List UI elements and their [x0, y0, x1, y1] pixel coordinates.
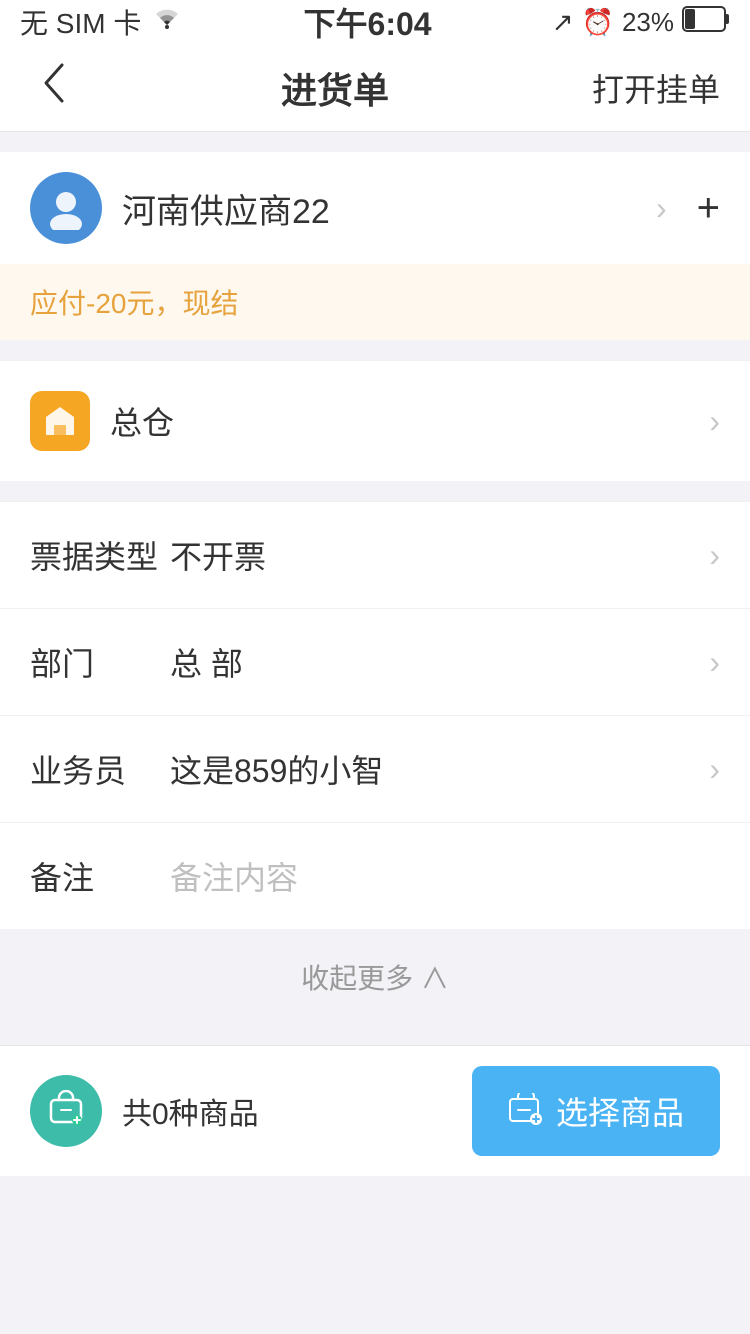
remarks-row[interactable]: 备注 备注内容 [0, 822, 750, 929]
battery-label: 23% [622, 7, 674, 38]
notice-text: 应付-20元，现结 [30, 288, 238, 319]
invoice-type-value: 不开票 [170, 532, 709, 578]
section-gap-2 [0, 340, 750, 360]
remarks-label: 备注 [30, 853, 170, 899]
status-right: ↗ ⏰ 23% [552, 6, 730, 39]
salesperson-chevron-icon: › [709, 751, 720, 788]
supplier-avatar [30, 172, 102, 244]
wifi-icon [151, 6, 183, 38]
nav-bar: 进货单 打开挂单 [0, 44, 750, 132]
salesperson-value: 这是859的小智 [170, 746, 709, 792]
remarks-placeholder[interactable]: 备注内容 [170, 853, 720, 899]
salesperson-row[interactable]: 业务员 这是859的小智 › [0, 715, 750, 822]
department-value: 总 部 [170, 639, 709, 685]
open-pending-button[interactable]: 打开挂单 [592, 65, 720, 111]
bottom-bar: 共0种商品 选择商品 [0, 1045, 750, 1176]
add-supplier-button[interactable]: + [697, 186, 720, 231]
warehouse-chevron-icon: › [709, 403, 720, 440]
supplier-chevron-icon: › [656, 190, 667, 227]
section-gap-3 [0, 481, 750, 501]
battery-icon [682, 6, 730, 39]
collapse-button[interactable]: 收起更多 ∧ [0, 929, 750, 1025]
salesperson-label: 业务员 [30, 746, 170, 792]
location-icon: ↗ [552, 7, 574, 38]
page-title: 进货单 [281, 62, 389, 114]
cart-icon [30, 1075, 102, 1147]
section-gap-1 [0, 132, 750, 152]
status-left: 无 SIM 卡 [20, 2, 183, 42]
supplier-section: 河南供应商22 › + 应付-20元，现结 [0, 152, 750, 340]
supplier-row[interactable]: 河南供应商22 › + [0, 152, 750, 264]
warehouse-row[interactable]: 总仓 › [0, 360, 750, 481]
select-product-label: 选择商品 [556, 1088, 684, 1134]
section-gap-4 [0, 1025, 750, 1045]
status-time: 下午6:04 [304, 0, 432, 45]
invoice-type-row[interactable]: 票据类型 不开票 › [0, 501, 750, 608]
back-button[interactable] [30, 51, 78, 125]
invoice-type-label: 票据类型 [30, 532, 170, 578]
warehouse-icon [30, 391, 90, 451]
invoice-type-chevron-icon: › [709, 537, 720, 574]
department-row[interactable]: 部门 总 部 › [0, 608, 750, 715]
collapse-label: 收起更多 ∧ [301, 957, 449, 997]
supplier-name: 河南供应商22 [122, 184, 656, 233]
page-body: 河南供应商22 › + 应付-20元，现结 总仓 › 票据类型 不开票 › [0, 132, 750, 1334]
select-product-button[interactable]: 选择商品 [472, 1066, 720, 1156]
department-label: 部门 [30, 639, 170, 685]
signal-label: 无 SIM 卡 [20, 2, 141, 42]
department-chevron-icon: › [709, 644, 720, 681]
notice-bar: 应付-20元，现结 [0, 264, 750, 340]
product-count-label: 共0种商品 [122, 1089, 472, 1133]
warehouse-label: 总仓 [110, 398, 709, 444]
status-bar: 无 SIM 卡 下午6:04 ↗ ⏰ 23% [0, 0, 750, 44]
alarm-icon: ⏰ [582, 7, 614, 38]
form-section: 票据类型 不开票 › 部门 总 部 › 业务员 这是859的小智 › 备注 备注… [0, 501, 750, 929]
